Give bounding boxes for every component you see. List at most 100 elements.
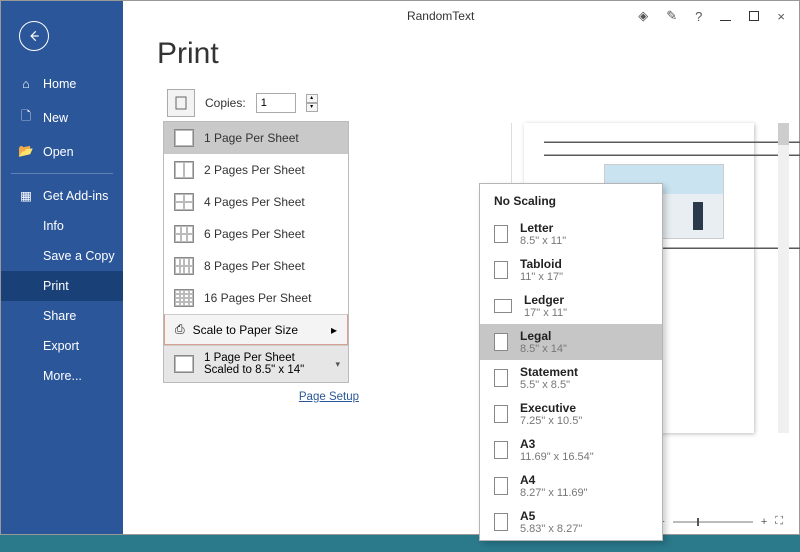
pages-option-g16[interactable]: 16 Pages Per Sheet [164, 282, 348, 314]
open-icon: 📂 [19, 144, 33, 159]
paper-icon [494, 477, 508, 495]
nav-share[interactable]: Share [1, 301, 123, 331]
document-title: RandomText [123, 9, 638, 23]
nav-info[interactable]: Info [1, 211, 123, 241]
pages-option-label: 2 Pages Per Sheet [204, 163, 305, 177]
backstage-sidebar: ⌂ Home 🗋 New 📂Open ▦Get Add-ins Info Save a Co… [1, 1, 123, 534]
pages-option-g1[interactable]: 1 Page Per Sheet [164, 122, 348, 154]
pages-option-label: 1 Page Per Sheet [204, 131, 299, 145]
nav-separator [11, 173, 113, 174]
paper-dim: 7.25" x 10.5" [520, 415, 582, 427]
paper-name: Letter [520, 221, 566, 235]
page-grid-icon [174, 161, 194, 179]
nav-label: Home [43, 77, 76, 91]
paper-size-submenu: No Scaling Letter8.5" x 11"Tabloid11" x … [479, 183, 663, 541]
arrow-left-icon [27, 29, 41, 43]
nav-home[interactable]: ⌂ Home [1, 69, 123, 99]
maximize-button[interactable] [749, 9, 759, 24]
app-window: ⌂ Home 🗋 New 📂Open ▦Get Add-ins Info Save a Co… [0, 0, 800, 535]
paper-icon [494, 261, 508, 279]
paper-dim: 8.27" x 11.69" [520, 487, 588, 499]
paper-name: Executive [520, 401, 582, 415]
pages-option-label: 6 Pages Per Sheet [204, 227, 305, 241]
paper-size-a3[interactable]: A311.69" x 16.54" [480, 432, 662, 468]
premium-icon[interactable]: ◈ [638, 8, 648, 24]
nav-label: Export [43, 339, 79, 353]
pages-option-g2[interactable]: 2 Pages Per Sheet [164, 154, 348, 186]
zoom-in-button[interactable]: + [761, 516, 767, 528]
paper-icon [494, 333, 508, 351]
back-button[interactable] [19, 21, 49, 51]
scale-icon: ⎙ [175, 322, 185, 337]
paper-icon [494, 299, 512, 313]
paper-size-ledger[interactable]: Ledger17" x 11" [480, 288, 662, 324]
copies-spinner[interactable]: ▴▾ [306, 94, 318, 112]
copies-input[interactable] [256, 93, 296, 113]
paper-size-a5[interactable]: A55.83" x 8.27" [480, 504, 662, 540]
nav-open[interactable]: 📂Open [1, 136, 123, 167]
nav-label: Info [43, 219, 64, 233]
selected-line1: 1 Page Per Sheet [204, 352, 304, 364]
paper-dim: 8.5" x 14" [520, 343, 567, 355]
nav-print[interactable]: Print [1, 271, 123, 301]
pages-option-label: 4 Pages Per Sheet [204, 195, 305, 209]
nav-label: Get Add-ins [43, 189, 108, 203]
nav-save-a-copy[interactable]: Save a Copy [1, 241, 123, 271]
close-button[interactable]: × [777, 9, 785, 24]
page-grid-icon [174, 257, 194, 275]
home-icon: ⌂ [19, 77, 33, 91]
paper-name: Ledger [524, 293, 567, 307]
pages-option-label: 16 Pages Per Sheet [204, 291, 311, 305]
nav-export[interactable]: Export [1, 331, 123, 361]
help-button[interactable]: ? [695, 9, 702, 24]
minimize-button[interactable] [720, 9, 731, 24]
copies-row: Copies: ▴▾ [167, 89, 373, 117]
titlebar: RandomText ◈ ✎ ? × [123, 1, 799, 31]
nav-get-add-ins[interactable]: ▦Get Add-ins [1, 180, 123, 211]
paper-size-legal[interactable]: Legal8.5" x 14" [480, 324, 662, 360]
paper-dim: 11" x 17" [520, 271, 563, 283]
paper-dim: 8.5" x 11" [520, 235, 566, 247]
paper-name: Tabloid [520, 257, 563, 271]
print-icon[interactable] [167, 89, 195, 117]
nav-more-[interactable]: More... [1, 361, 123, 391]
pages-per-sheet-selected[interactable]: 1 Page Per Sheet Scaled to 8.5" x 14" ▾ [164, 345, 348, 382]
printer-icon [173, 96, 189, 110]
paper-icon [494, 405, 508, 423]
feedback-icon[interactable]: ✎ [666, 8, 677, 24]
paper-size-letter[interactable]: Letter8.5" x 11" [480, 216, 662, 252]
zoom-slider[interactable] [673, 521, 753, 523]
copies-label: Copies: [205, 96, 246, 110]
page-grid-icon [174, 225, 194, 243]
zoom-fit-button[interactable]: ⛶ [775, 515, 783, 528]
page-grid-icon [174, 193, 194, 211]
pages-option-g4[interactable]: 4 Pages Per Sheet [164, 186, 348, 218]
selected-line2: Scaled to 8.5" x 14" [204, 364, 304, 376]
paper-size-tabloid[interactable]: Tabloid11" x 17" [480, 252, 662, 288]
nav-label: Save a Copy [43, 249, 115, 263]
nav-new[interactable]: 🗋 New [1, 99, 123, 136]
paper-icon [494, 513, 508, 531]
paper-name: A5 [520, 509, 582, 523]
new-icon: 🗋 [19, 107, 33, 128]
paper-size-a4[interactable]: A48.27" x 11.69" [480, 468, 662, 504]
paper-size-statement[interactable]: Statement5.5" x 8.5" [480, 360, 662, 396]
pages-option-g6[interactable]: 6 Pages Per Sheet [164, 218, 348, 250]
chevron-right-icon: ▸ [331, 323, 337, 337]
print-settings: Print Copies: ▴▾ 1 Page Per Sheet2 Pages… [123, 31, 373, 534]
scale-label: Scale to Paper Size [193, 323, 298, 337]
paper-dim: 17" x 11" [524, 307, 567, 319]
scale-to-paper-size-item[interactable]: ⎙ Scale to Paper Size ▸ [164, 314, 348, 345]
pages-option-label: 8 Pages Per Sheet [204, 259, 305, 273]
paper-size-executive[interactable]: Executive7.25" x 10.5" [480, 396, 662, 432]
nav-label: New [43, 111, 68, 125]
pages-option-g8[interactable]: 8 Pages Per Sheet [164, 250, 348, 282]
nav-label: Share [43, 309, 76, 323]
page-setup-link[interactable]: Page Setup [157, 391, 359, 403]
paper-icon [494, 441, 508, 459]
preview-scrollbar[interactable] [778, 123, 789, 433]
main-area: RandomText ◈ ✎ ? × Print Copies: ▴ [123, 1, 799, 534]
no-scaling-heading[interactable]: No Scaling [480, 184, 662, 216]
paper-name: A4 [520, 473, 588, 487]
paper-dim: 11.69" x 16.54" [520, 451, 594, 463]
